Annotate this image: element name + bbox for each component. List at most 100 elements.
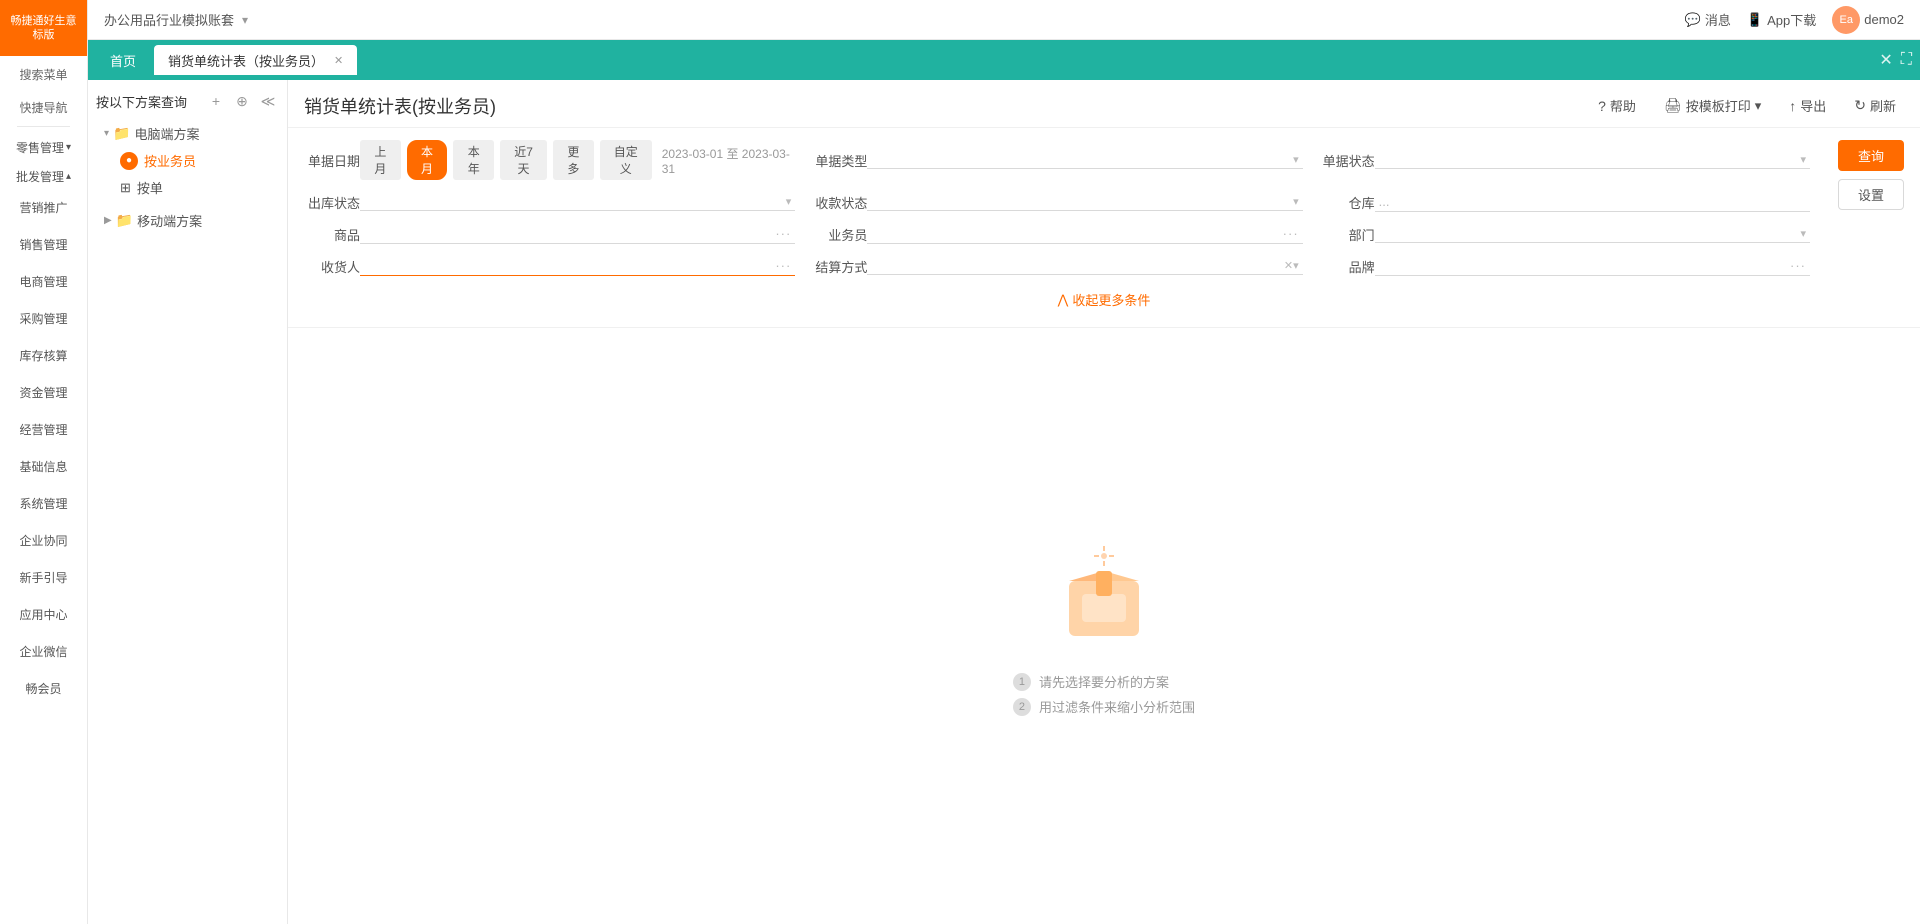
doc-status-select[interactable]: ▾	[1375, 151, 1810, 169]
payment-method-select[interactable]: ✕ ▾	[867, 257, 1302, 275]
doc-status-cell: 单据状态 ▾	[1319, 140, 1826, 180]
tree-toggle-icon: ▾	[104, 128, 109, 139]
date-btn-thisyear[interactable]: 本年	[453, 140, 494, 180]
search-menu-label: 搜索菜单	[19, 68, 67, 82]
salesperson-scheme-icon: ●	[120, 152, 138, 170]
goods-select[interactable]: ···	[360, 224, 795, 244]
download-icon: 📱	[1747, 12, 1763, 28]
brand-dots-icon[interactable]: ···	[1790, 258, 1806, 273]
date-btn-thismonth[interactable]: 本月	[407, 140, 448, 180]
salesperson-dots-icon[interactable]: ···	[1283, 226, 1299, 241]
tree-toggle-mobile-icon: ▶	[104, 215, 112, 226]
receiver-dots-icon[interactable]: ···	[775, 258, 791, 273]
enterprise-text: 企业协同	[19, 532, 67, 549]
hint-num-2: 2	[1013, 698, 1031, 716]
avatar-initials: Ea	[1840, 14, 1853, 26]
goods-dots-icon[interactable]: ···	[775, 226, 791, 241]
empty-hint-2: 2 用过滤条件来缩小分析范围	[1013, 697, 1195, 716]
collapse-panel-btn[interactable]: ≪	[257, 90, 279, 112]
doc-type-cell: 单据类型 ▾	[811, 140, 1318, 180]
doc-type-select[interactable]: ▾	[867, 151, 1302, 169]
template-print-btn[interactable]: 🖨 按模板打印 ▾	[1656, 92, 1769, 119]
goods-cell: 商品 ···	[304, 224, 811, 244]
tab-expand-icon[interactable]: ⛶	[1901, 51, 1912, 69]
tab-sales-stat[interactable]: 销货单统计表（按业务员） ✕	[154, 45, 357, 75]
filter-area: 单据日期 上月 本月 本年 近7天 更多 自定义 2023-03-01 至 20…	[288, 128, 1920, 328]
left-panel-header: 按以下方案查询 + ⊕ ≪	[96, 90, 279, 112]
add-scheme-btn[interactable]: +	[205, 90, 227, 112]
wechat-text: 企业微信	[19, 643, 67, 660]
left-panel-title: 按以下方案查询	[96, 92, 187, 111]
logo-subtext: 标版	[33, 28, 55, 42]
sidebar-item-basic[interactable]: 基础信息	[0, 448, 87, 485]
search-menu-item[interactable]: 搜索菜单	[0, 56, 87, 89]
sidebar-item-wechat[interactable]: 企业微信	[0, 633, 87, 670]
receipt-status-select[interactable]: ▾	[867, 193, 1302, 211]
out-status-cell: 出库状态 ▾	[304, 192, 811, 212]
sidebar-item-purchase[interactable]: 采购管理	[0, 300, 87, 337]
sidebar-item-inventory[interactable]: 库存核算	[0, 337, 87, 374]
tree-node-mobile[interactable]: ▶ 📁 移动端方案	[96, 207, 279, 234]
salesperson-select[interactable]: ···	[867, 224, 1302, 244]
marketing-text: 营销推广	[19, 199, 67, 216]
query-button[interactable]: 查询	[1838, 140, 1904, 171]
quick-nav-item[interactable]: 快捷导航	[0, 89, 87, 122]
department-select[interactable]: ▾	[1375, 225, 1810, 243]
goods-label: 商品	[304, 225, 360, 244]
divider-1	[17, 126, 69, 127]
wholesale-mgmt-label[interactable]: 批发管理 ▴	[0, 160, 87, 189]
help-btn[interactable]: ? 帮助	[1590, 92, 1644, 119]
receiver-input[interactable]: ···	[360, 256, 795, 276]
sidebar-item-marketing[interactable]: 营销推广	[0, 189, 87, 226]
edit-scheme-btn[interactable]: ⊕	[231, 90, 253, 112]
brand-select[interactable]: ···	[1375, 256, 1810, 276]
user-profile[interactable]: Ea demo2	[1832, 6, 1904, 34]
refresh-btn[interactable]: ↻ 刷新	[1846, 92, 1904, 119]
tree-sub-salesperson[interactable]: ● 按业务员	[112, 147, 279, 174]
message-btn[interactable]: 💬 消息	[1685, 10, 1731, 29]
date-btn-more[interactable]: 更多	[553, 140, 594, 180]
sidebar-item-newguide[interactable]: 新手引导	[0, 559, 87, 596]
tree-sub-order-label: 按单	[137, 178, 163, 197]
doc-status-arrow-icon: ▾	[1800, 153, 1806, 166]
app-download-btn[interactable]: 📱 App下载	[1747, 10, 1816, 29]
tree-node-desktop-label: 电脑端方案	[134, 124, 199, 143]
tree-sub-order[interactable]: ⊞ 按单	[112, 174, 279, 201]
tab-collapse-icon[interactable]: ✕	[1879, 50, 1892, 70]
left-panel-actions: + ⊕ ≪	[205, 90, 279, 112]
out-status-select[interactable]: ▾	[360, 193, 795, 211]
header-dropdown-icon[interactable]: ▾	[242, 13, 248, 27]
sidebar-item-operation[interactable]: 经营管理	[0, 411, 87, 448]
tab-home[interactable]: 首页	[96, 45, 150, 75]
sidebar-item-member[interactable]: 畅会员	[0, 670, 87, 707]
logo-text: 畅捷通好生意	[11, 14, 77, 28]
warehouse-placeholder: ...	[1379, 194, 1806, 209]
retail-mgmt-label[interactable]: 零售管理 ▾	[0, 131, 87, 160]
sidebar-item-sales[interactable]: 销售管理	[0, 226, 87, 263]
retail-mgmt-group[interactable]: 零售管理 ▾	[0, 131, 87, 160]
page-title: 销货单统计表(按业务员)	[304, 93, 496, 119]
warehouse-select[interactable]: ...	[1375, 192, 1810, 212]
message-icon: 💬	[1685, 12, 1701, 28]
tree-children-desktop: ● 按业务员 ⊞ 按单	[96, 147, 279, 201]
payment-method-clear-icon[interactable]: ✕	[1284, 259, 1293, 272]
header-left: 办公用品行业模拟账套 ▾	[104, 10, 248, 29]
sidebar-item-enterprise[interactable]: 企业协同	[0, 522, 87, 559]
date-btn-custom[interactable]: 自定义	[600, 140, 652, 180]
export-btn[interactable]: ↑ 导出	[1781, 92, 1834, 119]
date-btn-lastmonth[interactable]: 上月	[360, 140, 401, 180]
tree-node-desktop[interactable]: ▾ 📁 电脑端方案	[96, 120, 279, 147]
wholesale-mgmt-text: 批发管理	[16, 168, 64, 185]
empty-hints: 1 请先选择要分析的方案 2 用过滤条件来缩小分析范围	[1013, 672, 1195, 716]
sidebar-item-finance[interactable]: 资金管理	[0, 374, 87, 411]
receiver-label: 收货人	[304, 257, 360, 276]
sidebar-item-appcenter[interactable]: 应用中心	[0, 596, 87, 633]
sidebar-item-ecommerce[interactable]: 电商管理	[0, 263, 87, 300]
department-label: 部门	[1319, 225, 1375, 244]
setting-button[interactable]: 设置	[1838, 179, 1904, 210]
wholesale-mgmt-group[interactable]: 批发管理 ▴	[0, 160, 87, 189]
tab-close-icon[interactable]: ✕	[334, 54, 343, 67]
sidebar-item-system[interactable]: 系统管理	[0, 485, 87, 522]
collapse-conditions-btn[interactable]: ⋀ 收起更多条件	[304, 284, 1904, 315]
date-btn-7days[interactable]: 近7天	[500, 140, 547, 180]
